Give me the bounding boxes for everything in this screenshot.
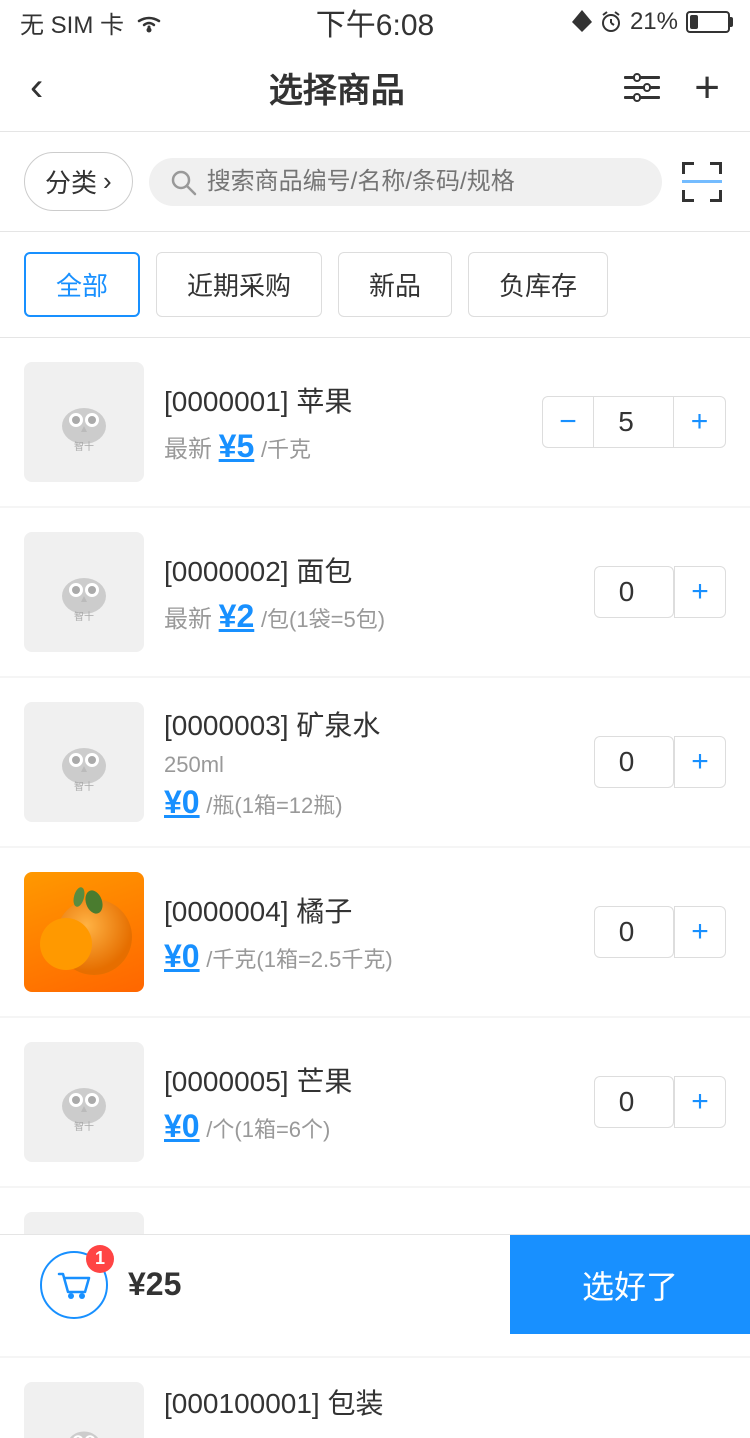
qty-control: +: [594, 566, 726, 618]
search-input[interactable]: [207, 168, 642, 196]
add-button[interactable]: +: [694, 66, 720, 110]
wifi-icon: [134, 11, 164, 33]
tab-bar: 全部 近期采购 新品 负库存: [0, 232, 750, 338]
svg-text:智十: 智十: [74, 610, 94, 623]
product-info: [000100001] 包装: [164, 1382, 726, 1430]
product-thumb: 智十: [24, 532, 144, 652]
qty-input[interactable]: [594, 396, 674, 448]
qty-control: +: [594, 906, 726, 958]
product-price: ¥0 /个(1箱=6个): [164, 1108, 574, 1145]
cart-icon-wrap[interactable]: 1: [40, 1251, 108, 1319]
tab-new[interactable]: 新品: [338, 252, 452, 317]
cart-badge: 1: [86, 1245, 114, 1273]
product-name: [0000001] 苹果: [164, 380, 522, 420]
location-icon: [572, 10, 592, 34]
scan-button[interactable]: [678, 158, 726, 206]
cart-icon: [55, 1266, 93, 1304]
partial-product-item: 智十 [000100001] 包装: [0, 1358, 750, 1438]
nav-actions: +: [620, 66, 720, 110]
carrier-text: 无 SIM 卡: [20, 5, 124, 40]
product-item: [0000004] 橘子 ¥0 /千克(1箱=2.5千克) +: [0, 848, 750, 1016]
tab-all[interactable]: 全部: [24, 252, 140, 317]
filter-bar: 分类 ›: [0, 132, 750, 232]
filter-icon: [620, 66, 664, 110]
qty-plus-button[interactable]: +: [674, 736, 726, 788]
filter-button[interactable]: [620, 66, 664, 110]
qty-input[interactable]: [594, 906, 674, 958]
qty-plus-button[interactable]: +: [674, 566, 726, 618]
qty-control: +: [594, 1076, 726, 1128]
owl-logo: 智十: [44, 722, 124, 802]
status-left: 无 SIM 卡: [20, 5, 164, 40]
qty-control: − +: [542, 396, 726, 448]
product-thumb: 智十: [24, 362, 144, 482]
product-info: [0000001] 苹果 最新 ¥5 /千克: [164, 380, 522, 465]
qty-control: +: [594, 736, 726, 788]
qty-input[interactable]: [594, 566, 674, 618]
qty-plus-button[interactable]: +: [674, 396, 726, 448]
category-label: 分类: [45, 163, 97, 200]
product-thumb-orange: [24, 872, 144, 992]
product-name: [000100001] 包装: [164, 1382, 726, 1422]
qty-plus-button[interactable]: +: [674, 1076, 726, 1128]
orange-image: [24, 872, 144, 992]
tab-negative[interactable]: 负库存: [468, 252, 608, 317]
scan-icon: [680, 160, 724, 204]
owl-logo: 智十: [54, 1412, 114, 1438]
product-item: 智十 [0000005] 芒果 ¥0 /个(1箱=6个) +: [0, 1018, 750, 1186]
product-item: 智十 [0000002] 面包 最新 ¥2 /包(1袋=5包) +: [0, 508, 750, 676]
bottom-bar: 1 ¥25 选好了: [0, 1234, 750, 1334]
product-info: [0000005] 芒果 ¥0 /个(1箱=6个): [164, 1060, 574, 1145]
svg-text:智十: 智十: [74, 440, 94, 453]
product-info: [0000003] 矿泉水 250ml ¥0 /瓶(1箱=12瓶): [164, 704, 574, 821]
chevron-right-icon: ›: [103, 166, 112, 197]
qty-plus-button[interactable]: +: [674, 906, 726, 958]
back-button[interactable]: ‹: [30, 65, 53, 110]
alarm-icon: [600, 11, 622, 33]
confirm-button[interactable]: 选好了: [510, 1235, 750, 1334]
product-thumb: 智十: [24, 1382, 144, 1438]
qty-input[interactable]: [594, 1076, 674, 1128]
owl-logo: 智十: [44, 382, 124, 462]
status-time: 下午6:08: [316, 0, 434, 44]
product-name: [0000005] 芒果: [164, 1060, 574, 1100]
product-spec: 250ml: [164, 752, 574, 778]
product-name: [0000002] 面包: [164, 550, 574, 590]
page-title: 选择商品: [269, 63, 405, 112]
product-thumb: 智十: [24, 1042, 144, 1162]
qty-input[interactable]: [594, 736, 674, 788]
qty-minus-button[interactable]: −: [542, 396, 594, 448]
battery-percent: 21%: [630, 8, 678, 36]
cart-area: 1 ¥25: [0, 1251, 510, 1319]
nav-bar: ‹ 选择商品 +: [0, 44, 750, 132]
product-item: 智十 [0000003] 矿泉水 250ml ¥0 /瓶(1箱=12瓶) +: [0, 678, 750, 846]
product-price: ¥0 /瓶(1箱=12瓶): [164, 784, 574, 821]
status-right: 21%: [572, 8, 730, 36]
status-bar: 无 SIM 卡 下午6:08 21%: [0, 0, 750, 44]
owl-logo: 智十: [44, 1062, 124, 1142]
cart-total: ¥25: [128, 1266, 181, 1303]
product-name: [0000003] 矿泉水: [164, 704, 574, 744]
product-price: 最新 ¥2 /包(1袋=5包): [164, 598, 574, 635]
svg-text:智十: 智十: [74, 780, 94, 793]
product-info: [0000004] 橘子 ¥0 /千克(1箱=2.5千克): [164, 890, 574, 975]
product-price: ¥0 /千克(1箱=2.5千克): [164, 938, 574, 975]
search-icon: [169, 168, 197, 196]
owl-logo: 智十: [44, 552, 124, 632]
tab-recent[interactable]: 近期采购: [156, 252, 322, 317]
category-button[interactable]: 分类 ›: [24, 152, 133, 211]
product-price: 最新 ¥5 /千克: [164, 428, 522, 465]
product-name: [0000004] 橘子: [164, 890, 574, 930]
battery-icon: [686, 11, 730, 33]
search-wrap: [149, 158, 662, 206]
product-info: [0000002] 面包 最新 ¥2 /包(1袋=5包): [164, 550, 574, 635]
product-item: 智十 [0000001] 苹果 最新 ¥5 /千克 − +: [0, 338, 750, 506]
product-thumb: 智十: [24, 702, 144, 822]
svg-text:智十: 智十: [74, 1120, 94, 1133]
